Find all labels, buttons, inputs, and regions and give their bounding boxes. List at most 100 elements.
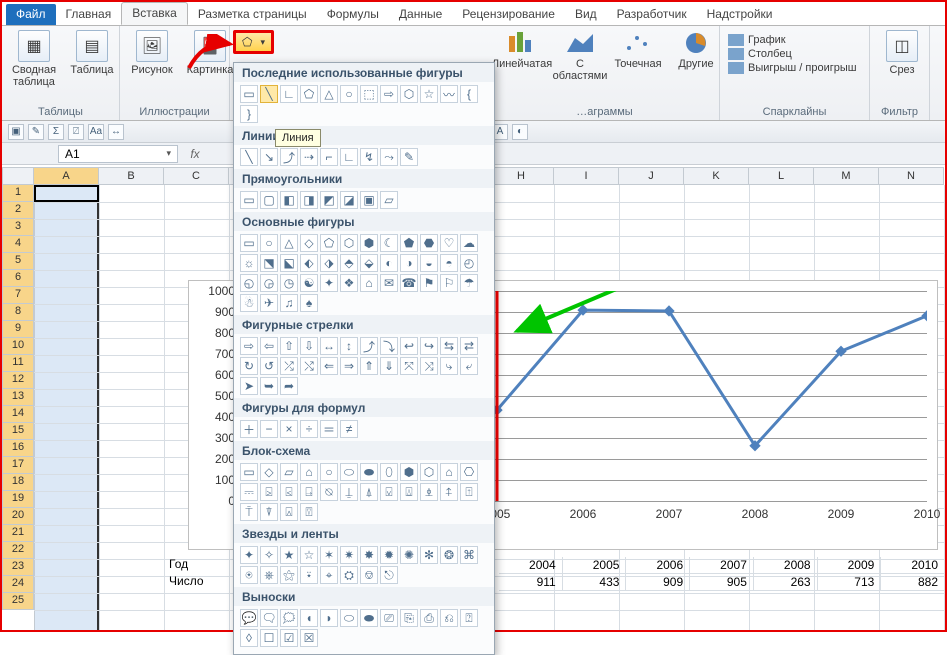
row-header[interactable]: 15: [2, 423, 34, 440]
cell[interactable]: 2005: [563, 557, 627, 574]
shape-option[interactable]: ⇓: [380, 357, 398, 375]
shape-option[interactable]: ⍈: [300, 483, 318, 501]
shape-option[interactable]: ◨: [300, 191, 318, 209]
row-header[interactable]: 25: [2, 593, 34, 610]
shape-option[interactable]: ⤨: [420, 357, 438, 375]
cell[interactable]: 713: [818, 574, 882, 591]
shape-option[interactable]: ⎙: [420, 609, 438, 627]
shape-option[interactable]: ↻: [240, 357, 258, 375]
shape-option[interactable]: ○: [340, 85, 358, 103]
shape-option[interactable]: △: [320, 85, 338, 103]
qat-icon[interactable]: Σ: [48, 124, 64, 140]
tab-insert[interactable]: Вставка: [121, 2, 188, 25]
col-header[interactable]: K: [684, 167, 749, 185]
active-cell[interactable]: [34, 185, 99, 202]
sparkline-line-button[interactable]: График: [728, 34, 861, 46]
clipart-button[interactable]: 🎴Картинка: [186, 30, 234, 76]
shape-option[interactable]: ⎚: [380, 609, 398, 627]
cell[interactable]: 2007: [690, 557, 754, 574]
cell[interactable]: 905: [690, 574, 754, 591]
shape-option[interactable]: ◷: [280, 274, 298, 292]
shape-option[interactable]: ≠: [340, 420, 358, 438]
tab-developer[interactable]: Разработчик: [607, 4, 697, 25]
shape-option[interactable]: ⍣: [300, 566, 318, 584]
shape-option[interactable]: ☾: [380, 234, 398, 252]
cell[interactable]: 2008: [754, 557, 818, 574]
shape-option[interactable]: ⬡: [340, 234, 358, 252]
shape-option[interactable]: ⤶: [460, 357, 478, 375]
tab-formulas[interactable]: Формулы: [317, 4, 389, 25]
row-header[interactable]: 4: [2, 236, 34, 253]
col-header[interactable]: B: [99, 167, 164, 185]
shape-option[interactable]: ⤷: [440, 357, 458, 375]
shape-option[interactable]: ◗: [320, 609, 338, 627]
shape-option[interactable]: ▱: [380, 191, 398, 209]
row-header[interactable]: 21: [2, 525, 34, 542]
row-header[interactable]: 18: [2, 474, 34, 491]
shape-option[interactable]: ⇨: [240, 337, 258, 355]
shape-option[interactable]: ⎈: [260, 566, 278, 584]
shape-option[interactable]: ⬢: [400, 463, 418, 481]
shape-option[interactable]: ◓: [440, 254, 458, 272]
shape-option[interactable]: ⇢: [300, 148, 318, 166]
shape-option[interactable]: ⚐: [440, 274, 458, 292]
shape-option[interactable]: {: [460, 85, 478, 103]
toolbar-icon[interactable]: ◐: [512, 124, 528, 140]
fx-icon[interactable]: fx: [186, 147, 204, 161]
shape-option[interactable]: ╲: [240, 148, 258, 166]
shape-option[interactable]: ☆: [420, 85, 438, 103]
shape-option[interactable]: ✧: [260, 546, 278, 564]
shape-option[interactable]: ⍍: [400, 483, 418, 501]
shape-option[interactable]: ⍑: [240, 503, 258, 521]
qat-icon[interactable]: ▣: [8, 124, 24, 140]
shape-option[interactable]: ↪: [420, 337, 438, 355]
row-header[interactable]: 13: [2, 389, 34, 406]
shape-option[interactable]: ⍋: [360, 483, 378, 501]
col-header[interactable]: N: [879, 167, 944, 185]
shape-option[interactable]: ◖: [300, 609, 318, 627]
col-header[interactable]: I: [554, 167, 619, 185]
shape-option[interactable]: ↘: [260, 148, 278, 166]
shape-option[interactable]: △: [280, 234, 298, 252]
shape-option[interactable]: ↩: [400, 337, 418, 355]
shape-option[interactable]: ⍔: [300, 503, 318, 521]
shape-option[interactable]: ☯: [300, 274, 318, 292]
shape-option[interactable]: ◒: [420, 254, 438, 272]
tab-page-layout[interactable]: Разметка страницы: [188, 4, 317, 25]
shape-option[interactable]: ⬟: [400, 234, 418, 252]
shape-option[interactable]: 🗨: [260, 609, 278, 627]
shape-option[interactable]: ★: [280, 546, 298, 564]
shape-option[interactable]: ❂: [440, 546, 458, 564]
row-header[interactable]: 22: [2, 542, 34, 559]
shape-option[interactable]: ◩: [320, 191, 338, 209]
col-header[interactable]: C: [164, 167, 229, 185]
shape-option[interactable]: ✎: [400, 148, 418, 166]
shape-option[interactable]: ↯: [360, 148, 378, 166]
shape-option[interactable]: ▭: [240, 191, 258, 209]
qat-icon[interactable]: Aa: [88, 124, 104, 140]
shape-option[interactable]: ▱: [280, 463, 298, 481]
shape-option[interactable]: ◪: [340, 191, 358, 209]
shape-option[interactable]: ⬖: [300, 254, 318, 272]
shape-option[interactable]: ⍄: [260, 483, 278, 501]
shape-option[interactable]: ▭: [240, 234, 258, 252]
shape-option[interactable]: ⇒: [340, 357, 358, 375]
shape-option[interactable]: −: [260, 420, 278, 438]
col-header[interactable]: A: [34, 167, 99, 185]
tab-data[interactable]: Данные: [389, 4, 452, 25]
shape-option[interactable]: ⍐: [460, 483, 478, 501]
row-header[interactable]: 16: [2, 440, 34, 457]
shapes-gallery-dropdown[interactable]: Последние использованные фигуры ▭╲∟⬠△○⬚⇨…: [233, 62, 495, 655]
shape-option[interactable]: ⤧: [400, 357, 418, 375]
shape-option[interactable]: ☂: [460, 274, 478, 292]
table-button[interactable]: ▤Таблица: [68, 30, 116, 76]
row-header[interactable]: 20: [2, 508, 34, 525]
shape-option[interactable]: ⍃: [280, 483, 298, 501]
shape-option[interactable]: ⛭: [340, 566, 358, 584]
shape-option[interactable]: ⬠: [320, 234, 338, 252]
select-all-corner[interactable]: [2, 167, 34, 185]
shape-option[interactable]: ♡: [440, 234, 458, 252]
shape-option[interactable]: ◧: [280, 191, 298, 209]
row-header[interactable]: 9: [2, 321, 34, 338]
shape-option[interactable]: ✹: [380, 546, 398, 564]
